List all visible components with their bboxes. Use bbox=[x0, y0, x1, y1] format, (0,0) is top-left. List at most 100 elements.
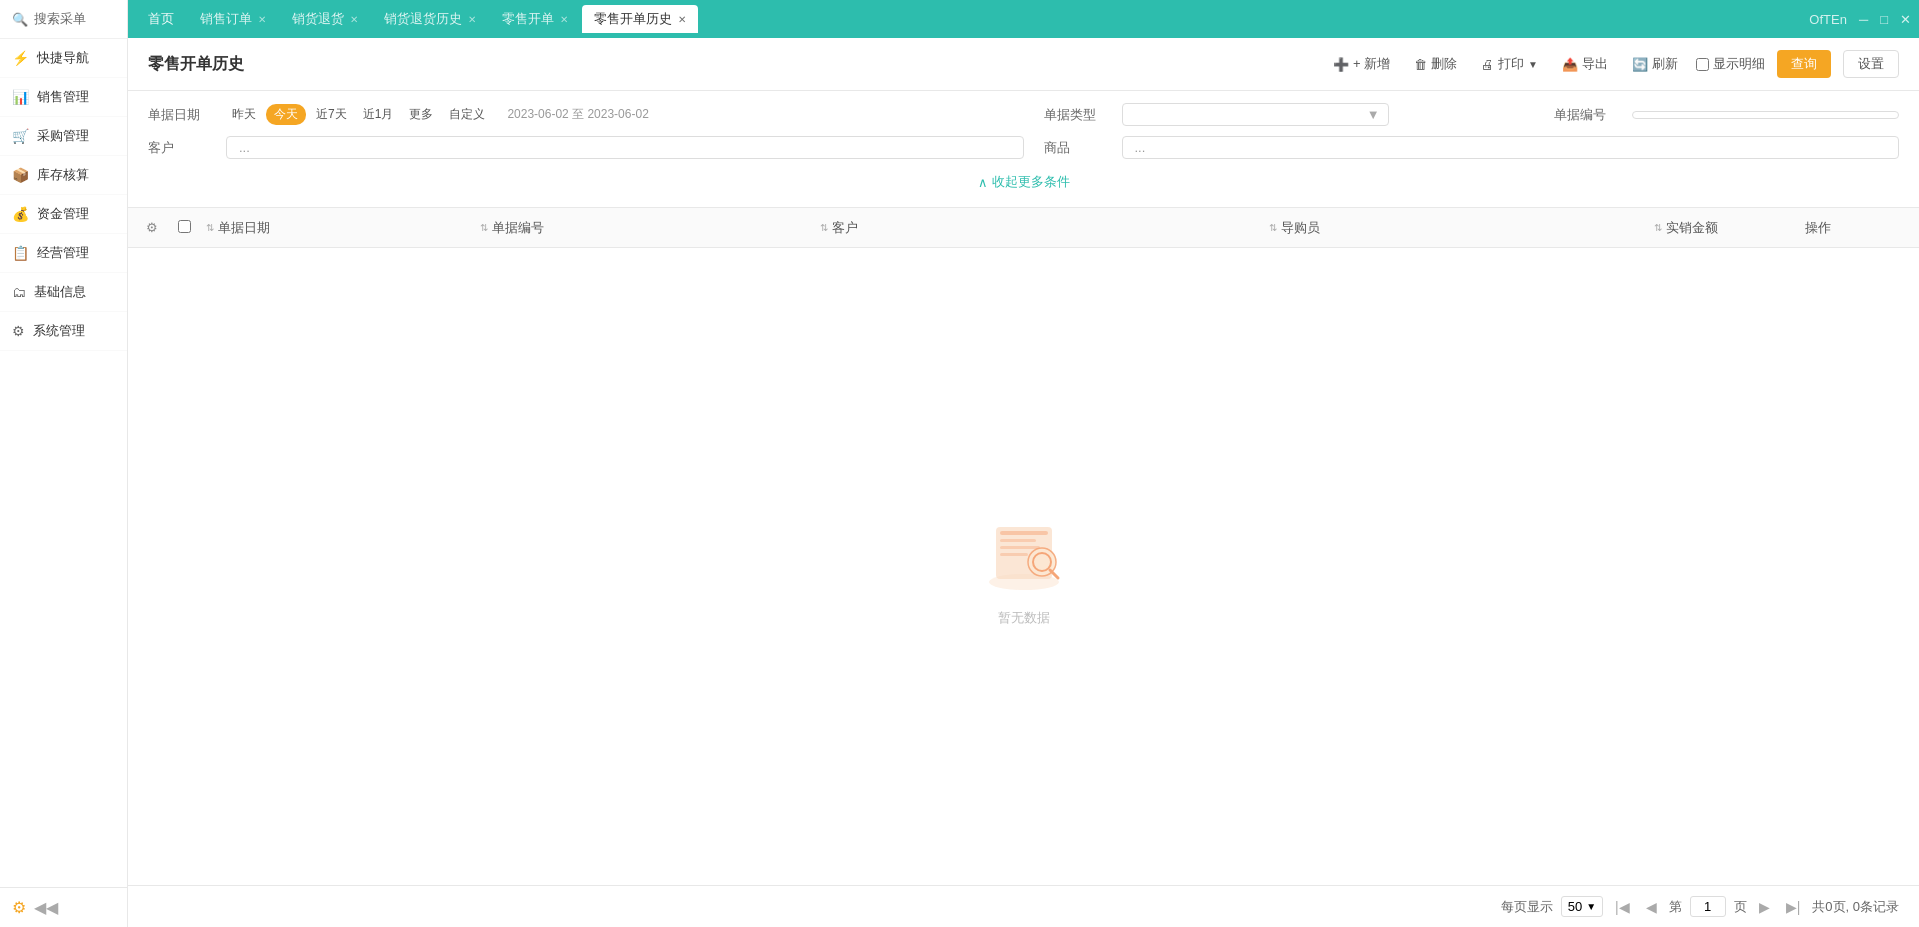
svg-rect-5 bbox=[1000, 553, 1028, 556]
add-button[interactable]: ➕ + 新增 bbox=[1327, 53, 1396, 75]
goods-input[interactable]: ... bbox=[1122, 136, 1900, 159]
tab-sales-return-hist-close[interactable]: ✕ bbox=[468, 14, 476, 25]
date-btn-7days[interactable]: 近7天 bbox=[310, 104, 353, 125]
empty-state: 暂无数据 bbox=[128, 248, 1919, 885]
finance-icon: 💰 bbox=[12, 206, 29, 222]
th-num[interactable]: ⇅ 单据编号 bbox=[474, 211, 814, 245]
th-amount[interactable]: ⇅ 实销金额 bbox=[1494, 211, 1725, 245]
print-button[interactable]: 🖨 打印 ▼ bbox=[1475, 53, 1544, 75]
content-area: 零售开单历史 ➕ + 新增 🗑 删除 🖨 打印 ▼ 📤 导出 bbox=[128, 38, 1919, 927]
sidebar-item-basic-info[interactable]: 🗂 基础信息 bbox=[0, 273, 127, 312]
sales-mgmt-icon: 📊 bbox=[12, 89, 29, 105]
date-filter-label: 单据日期 bbox=[148, 106, 218, 124]
first-page-btn[interactable]: |◀ bbox=[1611, 897, 1634, 917]
purchase-icon: 🛒 bbox=[12, 128, 29, 144]
doc-num-input[interactable] bbox=[1632, 111, 1899, 119]
empty-text: 暂无数据 bbox=[998, 609, 1050, 627]
tab-retail-hist-close[interactable]: ✕ bbox=[678, 14, 686, 25]
goods-filter-section: 商品 ... bbox=[1024, 136, 1900, 159]
display-detail-input[interactable] bbox=[1696, 58, 1709, 71]
window-min-btn[interactable]: ─ bbox=[1859, 12, 1868, 27]
th-customer[interactable]: ⇅ 客户 bbox=[814, 211, 1263, 245]
date-filter-section: 单据日期 昨天 今天 近7天 近1月 更多 自定义 2023-06-02 至 2… bbox=[148, 104, 1024, 125]
last-page-btn[interactable]: ▶| bbox=[1782, 897, 1805, 917]
select-all-checkbox[interactable] bbox=[168, 220, 200, 236]
export-icon: 📤 bbox=[1562, 57, 1578, 72]
page-number-input[interactable] bbox=[1690, 896, 1726, 917]
sidebar-bottom: ⚙ ◀◀ bbox=[0, 887, 127, 927]
customer-input[interactable]: ... bbox=[226, 136, 1024, 159]
doc-type-dropdown-icon: ▼ bbox=[1367, 107, 1380, 122]
table-container: ⚙ ⇅ 单据日期 ⇅ 单据编号 ⇅ 客户 ⇅ 导购员 bbox=[128, 208, 1919, 885]
delete-icon: 🗑 bbox=[1414, 57, 1427, 72]
sidebar-item-label: 快捷导航 bbox=[37, 49, 89, 67]
sidebar-item-purchase-mgmt[interactable]: 🛒 采购管理 bbox=[0, 117, 127, 156]
tab-sales-return[interactable]: 销货退货 ✕ bbox=[280, 5, 370, 33]
sidebar: 🔍 搜索采单 ⚡ 快捷导航 📊 销售管理 🛒 采购管理 📦 库存核算 💰 资金管… bbox=[0, 0, 128, 927]
doc-num-label: 单据编号 bbox=[1554, 106, 1624, 124]
date-btn-custom[interactable]: 自定义 bbox=[443, 104, 491, 125]
doc-type-select[interactable]: ▼ bbox=[1122, 103, 1389, 126]
sidebar-item-label: 系统管理 bbox=[33, 322, 85, 340]
sidebar-item-label: 基础信息 bbox=[34, 283, 86, 301]
sidebar-item-label: 采购管理 bbox=[37, 127, 89, 145]
doc-type-label: 单据类型 bbox=[1044, 106, 1114, 124]
prev-page-btn[interactable]: ◀ bbox=[1642, 897, 1661, 917]
display-detail-checkbox[interactable]: 显示明细 bbox=[1696, 55, 1765, 73]
date-btn-more[interactable]: 更多 bbox=[403, 104, 439, 125]
date-btn-1month[interactable]: 近1月 bbox=[357, 104, 400, 125]
often-label[interactable]: OfTEn bbox=[1809, 12, 1847, 27]
sidebar-item-sales-mgmt[interactable]: 📊 销售管理 bbox=[0, 78, 127, 117]
per-page-label: 每页显示 bbox=[1501, 898, 1553, 916]
sidebar-item-label: 库存核算 bbox=[37, 166, 89, 184]
tab-retail-hist[interactable]: 零售开单历史 ✕ bbox=[582, 5, 698, 33]
sidebar-item-finance[interactable]: 💰 资金管理 bbox=[0, 195, 127, 234]
svg-rect-4 bbox=[1000, 546, 1040, 549]
quick-nav-icon: ⚡ bbox=[12, 50, 29, 66]
search-label: 搜索采单 bbox=[34, 10, 86, 28]
goods-dots: ... bbox=[1135, 140, 1146, 155]
sidebar-collapse-icon[interactable]: ◀◀ bbox=[34, 898, 58, 917]
tab-retail-open[interactable]: 零售开单 ✕ bbox=[490, 5, 580, 33]
window-close-btn[interactable]: ✕ bbox=[1900, 12, 1911, 27]
inventory-icon: 📦 bbox=[12, 167, 29, 183]
operation-icon: 📋 bbox=[12, 245, 29, 261]
refresh-button[interactable]: 🔄 刷新 bbox=[1626, 53, 1684, 75]
delete-button[interactable]: 🗑 删除 bbox=[1408, 53, 1463, 75]
tab-home[interactable]: 首页 bbox=[136, 5, 186, 33]
th-guide-sort-icon: ⇅ bbox=[1269, 222, 1277, 233]
tab-sales-return-close[interactable]: ✕ bbox=[350, 14, 358, 25]
table-header: ⚙ ⇅ 单据日期 ⇅ 单据编号 ⇅ 客户 ⇅ 导购员 bbox=[128, 208, 1919, 248]
date-btn-today[interactable]: 今天 bbox=[266, 104, 306, 125]
filter-area: 单据日期 昨天 今天 近7天 近1月 更多 自定义 2023-06-02 至 2… bbox=[128, 91, 1919, 208]
sidebar-item-quick-nav[interactable]: ⚡ 快捷导航 bbox=[0, 39, 127, 78]
column-settings-btn[interactable]: ⚙ bbox=[136, 220, 168, 235]
sidebar-item-inventory[interactable]: 📦 库存核算 bbox=[0, 156, 127, 195]
tab-sales-return-hist[interactable]: 销货退货历史 ✕ bbox=[372, 5, 488, 33]
th-date[interactable]: ⇅ 单据日期 bbox=[200, 211, 474, 245]
bottom-settings-icon[interactable]: ⚙ bbox=[12, 898, 26, 917]
tab-sales-order-close[interactable]: ✕ bbox=[258, 14, 266, 25]
basic-info-icon: 🗂 bbox=[12, 284, 26, 300]
next-page-btn[interactable]: ▶ bbox=[1755, 897, 1774, 917]
sidebar-item-system[interactable]: ⚙ 系统管理 bbox=[0, 312, 127, 351]
settings-button[interactable]: 设置 bbox=[1843, 50, 1899, 78]
page-size-value: 50 bbox=[1568, 899, 1582, 914]
search-menu[interactable]: 🔍 搜索采单 bbox=[0, 0, 127, 39]
filter-row-1: 单据日期 昨天 今天 近7天 近1月 更多 自定义 2023-06-02 至 2… bbox=[148, 103, 1899, 126]
tab-retail-open-close[interactable]: ✕ bbox=[560, 14, 568, 25]
query-button[interactable]: 查询 bbox=[1777, 50, 1831, 78]
page-num-label: 第 bbox=[1669, 898, 1682, 916]
sidebar-item-operation[interactable]: 📋 经营管理 bbox=[0, 234, 127, 273]
collapse-up-icon: ∧ bbox=[978, 175, 988, 190]
page-title: 零售开单历史 bbox=[148, 54, 244, 75]
pagination: 每页显示 50 ▼ |◀ ◀ 第 页 ▶ ▶| 共0页, 0条记录 bbox=[128, 885, 1919, 927]
page-size-select[interactable]: 50 ▼ bbox=[1561, 896, 1603, 917]
export-button[interactable]: 📤 导出 bbox=[1556, 53, 1614, 75]
date-btn-yesterday[interactable]: 昨天 bbox=[226, 104, 262, 125]
collapse-filter-btn[interactable]: ∧ 收起更多条件 bbox=[148, 169, 1899, 195]
tab-sales-order[interactable]: 销售订单 ✕ bbox=[188, 5, 278, 33]
window-max-btn[interactable]: □ bbox=[1880, 12, 1888, 27]
th-guide[interactable]: ⇅ 导购员 bbox=[1263, 211, 1494, 245]
refresh-icon: 🔄 bbox=[1632, 57, 1648, 72]
